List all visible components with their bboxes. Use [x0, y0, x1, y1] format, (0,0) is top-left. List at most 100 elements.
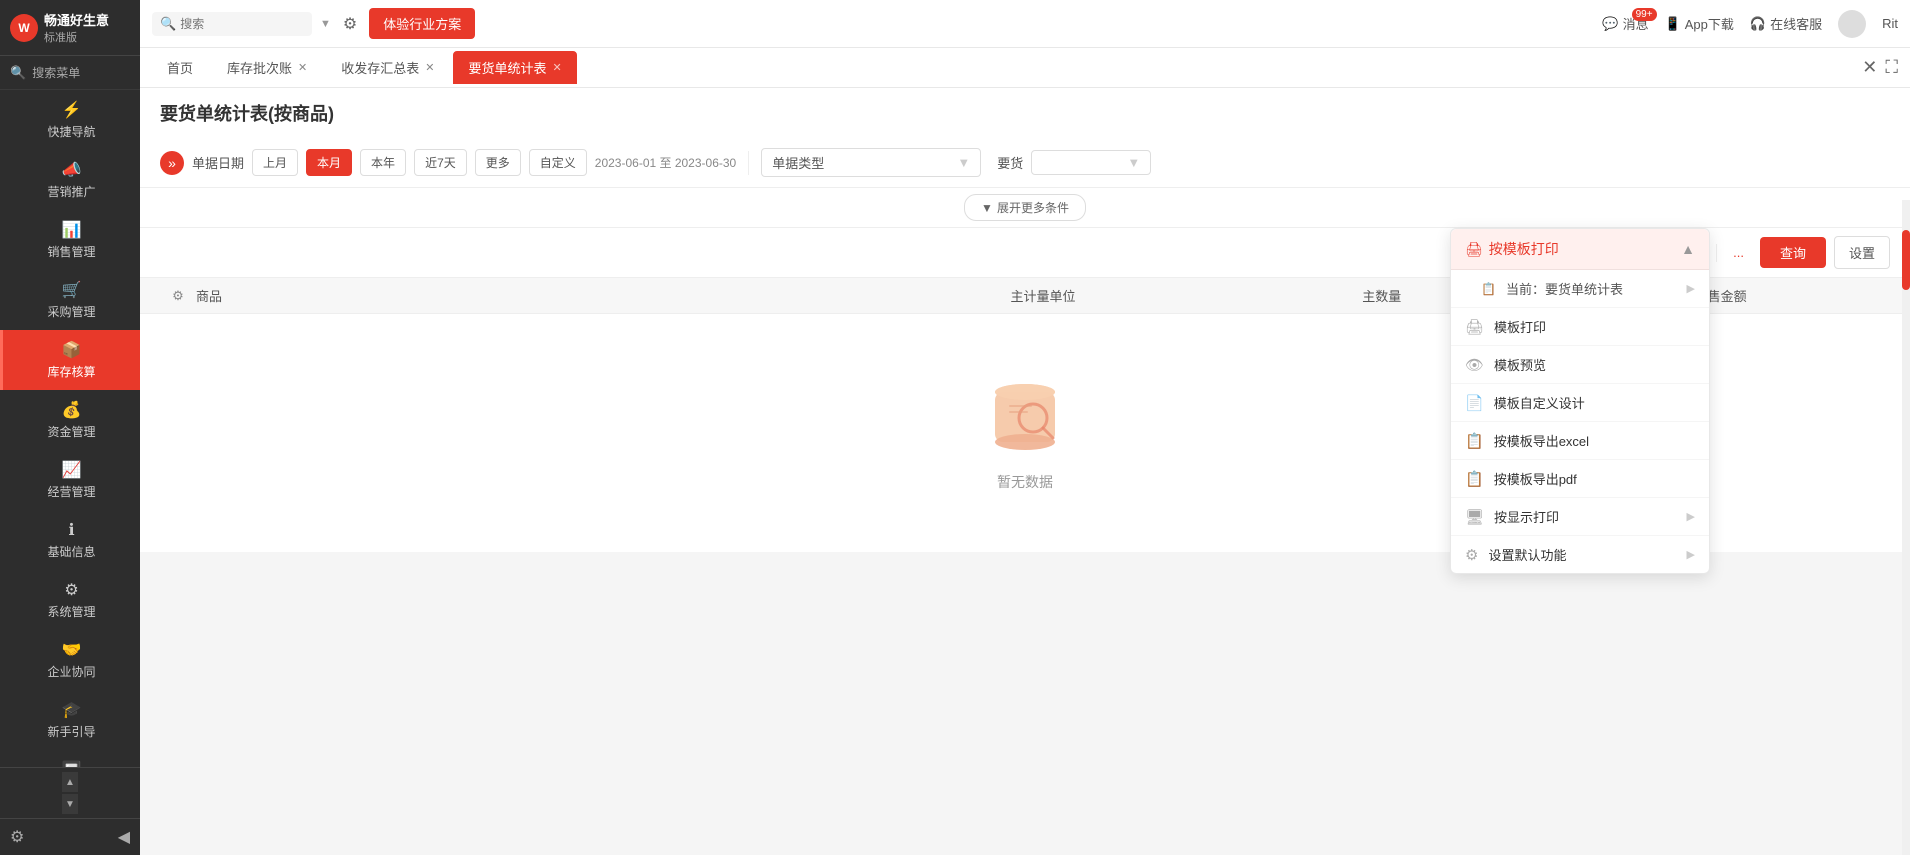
date-btn-this-month[interactable]: 本月 [306, 149, 352, 176]
topbar-actions: 💬 消息 99+ 📱 App下载 🎧 在线客服 Rit [1602, 10, 1898, 38]
app-download-item[interactable]: 📱 App下载 [1665, 14, 1734, 33]
date-btn-last-month[interactable]: 上月 [252, 149, 298, 176]
sidebar: W 畅通好生意 标准版 🔍 搜索菜单 ⚡ 快捷导航 📣 营销推广 📊 销售管理 … [0, 0, 140, 855]
user-avatar-item[interactable] [1838, 10, 1866, 38]
notification-icon: 💬 [1602, 16, 1618, 32]
sidebar-item-inventory[interactable]: 📦 库存核算 [0, 330, 140, 390]
date-range-display: 2023-06-01 至 2023-06-30 [595, 154, 736, 171]
sidebar-item-label: 库存核算 [47, 363, 95, 380]
tab-close-inventory-batch[interactable]: ✕ [298, 61, 307, 74]
tab-inventory-batch[interactable]: 库存批次账 ✕ [212, 51, 322, 84]
more-options-button[interactable]: ... [1725, 241, 1752, 264]
dropdown-header: 🖨 按模板打印 ▲ [1451, 229, 1709, 270]
tab-home[interactable]: 首页 [152, 51, 208, 84]
tab-close-receipt-summary[interactable]: ✕ [425, 61, 434, 74]
topbar-search-box[interactable]: 🔍 [152, 12, 312, 36]
date-btn-this-year[interactable]: 本年 [360, 149, 406, 176]
set-default-label: 设置默认功能 [1488, 545, 1566, 564]
logo-icon: W [10, 14, 38, 42]
topbar-dropdown-arrow[interactable]: ▼ [320, 18, 331, 30]
home-tab-label: 首页 [167, 58, 193, 77]
sidebar-item-marketing[interactable]: 📣 营销推广 [0, 150, 140, 210]
purchase-icon: 🛒 [62, 280, 82, 300]
collapse-icon[interactable]: ◀ [118, 827, 130, 847]
template-print-label: 模板打印 [1494, 317, 1546, 336]
tab-close-order-summary[interactable]: ✕ [553, 61, 562, 74]
main-area: 🔍 ▼ ⚙ 体验行业方案 💬 消息 99+ 📱 App下载 🎧 在线客服 [140, 0, 1910, 855]
search-input[interactable] [180, 17, 280, 31]
order-filter-select[interactable]: ▼ [1031, 150, 1151, 175]
sidebar-scroll-up[interactable]: ▲ [62, 772, 78, 792]
settings-icon[interactable]: ⚙ [10, 827, 24, 847]
col-settings[interactable]: ⚙ [160, 288, 196, 304]
filter-divider [748, 151, 749, 175]
sidebar-item-business[interactable]: 📈 经营管理 [0, 450, 140, 510]
date-btn-7days[interactable]: 近7天 [414, 149, 467, 176]
query-button[interactable]: 查询 [1760, 237, 1826, 268]
settings-button[interactable]: 设置 [1834, 236, 1890, 269]
order-type-label: 要货 [997, 153, 1023, 172]
sidebar-search[interactable]: 🔍 搜索菜单 [0, 56, 140, 90]
sidebar-nav: ⚡ 快捷导航 📣 营销推广 📊 销售管理 🛒 采购管理 📦 库存核算 💰 资金管… [0, 90, 140, 767]
expand-win-icon[interactable]: ⛶ [1885, 57, 1898, 78]
date-filter-label: 单据日期 [192, 153, 244, 172]
template-preview-icon: 👁 [1465, 356, 1484, 374]
tab-order-summary[interactable]: 要货单统计表 ✕ [453, 51, 576, 84]
filter-toggle-button[interactable]: » [160, 151, 184, 175]
dropdown-item-display-print[interactable]: 🖥 按显示打印 ▶ [1451, 498, 1709, 536]
template-design-icon: 📄 [1465, 394, 1484, 412]
dropdown-close-button[interactable]: ▲ [1681, 241, 1695, 257]
sidebar-item-label: 资金管理 [47, 423, 95, 440]
display-print-arrow: ▶ [1687, 510, 1695, 523]
sidebar-item-system[interactable]: ⚙ 系统管理 [0, 570, 140, 630]
sidebar-item-shortcut[interactable]: ⚡ 快捷导航 [0, 90, 140, 150]
sidebar-scroll-down[interactable]: ▼ [62, 794, 78, 814]
scrollbar-thumb[interactable] [1902, 230, 1910, 290]
sidebar-item-label: 系统管理 [47, 603, 95, 620]
export-pdf-label: 按模板导出pdf [1494, 469, 1577, 488]
sidebar-item-label: 新手引导 [47, 723, 95, 740]
dropdown-current-template[interactable]: 📋 当前：要货单统计表 ▶ [1451, 270, 1709, 308]
headset-icon: 🎧 [1750, 16, 1766, 32]
sidebar-item-apps[interactable]: 🔲 应用中心 [0, 750, 140, 767]
date-btn-more[interactable]: 更多 [475, 149, 521, 176]
sidebar-item-purchase[interactable]: 🛒 采购管理 [0, 270, 140, 330]
user-name[interactable]: Rit [1882, 16, 1898, 31]
order-summary-label: 要货单统计表 [468, 58, 546, 77]
app-download-label: App下载 [1685, 14, 1734, 33]
current-template-icon: 📋 [1481, 282, 1496, 296]
date-btn-custom[interactable]: 自定义 [529, 149, 587, 176]
right-scrollbar[interactable] [1902, 200, 1910, 855]
sidebar-item-basic[interactable]: ℹ 基础信息 [0, 510, 140, 570]
dropdown-item-template-design[interactable]: 📄 模板自定义设计 [1451, 384, 1709, 422]
order-filter-arrow: ▼ [1127, 155, 1140, 170]
sidebar-item-finance[interactable]: 💰 资金管理 [0, 390, 140, 450]
app-edition: 标准版 [44, 29, 109, 45]
dropdown-item-export-excel[interactable]: 📋 按模板导出excel [1451, 422, 1709, 460]
sales-icon: 📊 [62, 220, 82, 240]
sidebar-item-label: 销售管理 [47, 243, 95, 260]
app-download-icon: 📱 [1665, 16, 1681, 32]
notification-item[interactable]: 💬 消息 99+ [1602, 14, 1648, 33]
expand-more-button[interactable]: ▼ 展开更多条件 [964, 194, 1086, 221]
trial-button[interactable]: 体验行业方案 [369, 8, 475, 39]
dropdown-item-set-default[interactable]: ⚙ 设置默认功能 ▶ [1451, 536, 1709, 573]
topbar-gear-icon[interactable]: ⚙ [343, 14, 357, 34]
dropdown-item-export-pdf[interactable]: 📋 按模板导出pdf [1451, 460, 1709, 498]
expand-bar: ▼ 展开更多条件 [140, 188, 1910, 228]
dropdown-item-template-preview[interactable]: 👁 模板预览 [1451, 346, 1709, 384]
filter-bar: » 单据日期 上月 本月 本年 近7天 更多 自定义 2023-06-01 至 … [140, 138, 1910, 188]
col-settings-icon: ⚙ [172, 288, 184, 303]
close-win-icon[interactable]: ✕ [1862, 57, 1877, 78]
dropdown-menu: 🖨 按模板打印 ▲ 📋 当前：要货单统计表 ▶ 🖨 模板打印 👁 模板预览 [1450, 228, 1710, 574]
dropdown-item-template-print[interactable]: 🖨 模板打印 [1451, 308, 1709, 346]
sidebar-item-sales[interactable]: 📊 销售管理 [0, 210, 140, 270]
col-product: 商品 [196, 286, 874, 305]
type-filter-label: 单据类型 [772, 153, 824, 172]
online-support-label: 在线客服 [1770, 14, 1822, 33]
tab-receipt-summary[interactable]: 收发存汇总表 ✕ [326, 51, 449, 84]
type-filter-select[interactable]: 单据类型 ▼ [761, 148, 981, 177]
sidebar-item-guide[interactable]: 🎓 新手引导 [0, 690, 140, 750]
sidebar-item-collab[interactable]: 🤝 企业协同 [0, 630, 140, 690]
online-support-item[interactable]: 🎧 在线客服 [1750, 14, 1822, 33]
